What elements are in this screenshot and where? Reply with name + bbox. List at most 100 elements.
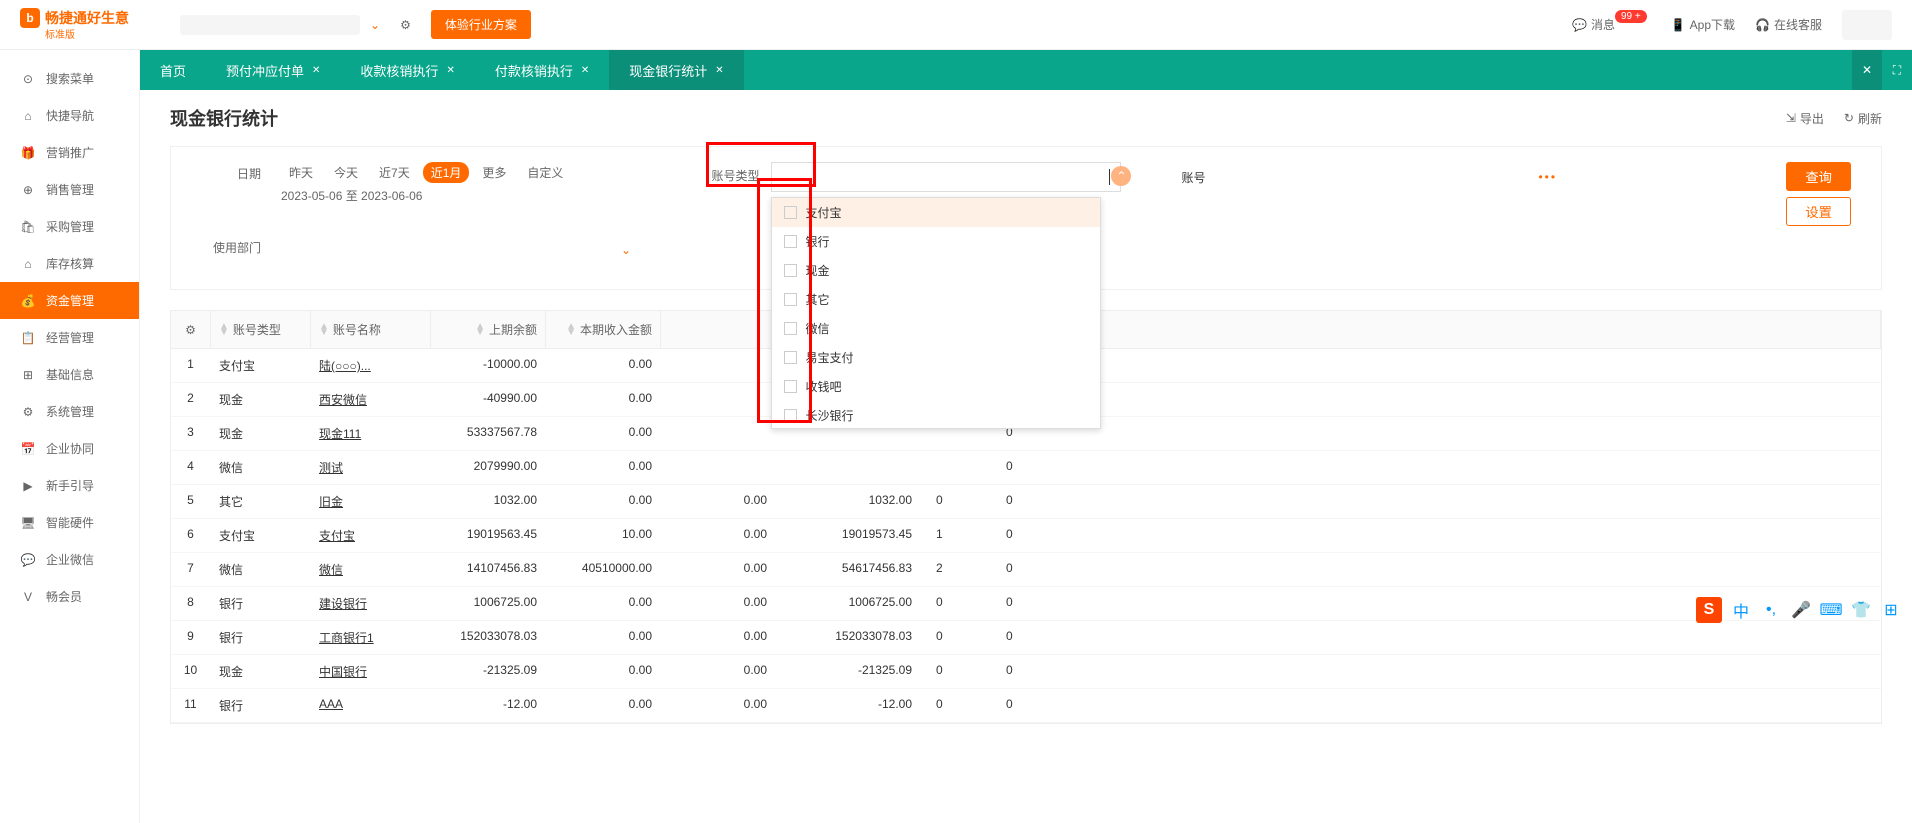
mobile-icon: 📱 (1671, 18, 1686, 32)
th-type[interactable]: ▲▼账号类型 (211, 311, 311, 348)
dropdown-item[interactable]: 微信 (772, 314, 1100, 343)
tab-close-all[interactable]: ✕ (1852, 50, 1882, 90)
ime-keyboard-icon[interactable]: ⌨ (1820, 599, 1842, 621)
tab[interactable]: 首页 (140, 50, 206, 90)
cell-prev: 19019563.45 (431, 519, 546, 552)
messages-link[interactable]: 💬 消息 99 + (1572, 16, 1651, 33)
date-filter-btn[interactable]: 近1月 (423, 162, 470, 183)
tab-close-icon[interactable]: ✕ (446, 65, 454, 76)
account-link[interactable]: 测试 (319, 461, 343, 475)
tab[interactable]: 付款核销执行✕ (475, 50, 609, 90)
account-link[interactable]: 工商银行1 (319, 631, 374, 645)
cell-idx: 3 (171, 417, 211, 450)
cell-prev: 1032.00 (431, 485, 546, 518)
cell-type: 银行 (211, 621, 311, 654)
app-download-link[interactable]: 📱 App下载 (1671, 16, 1735, 33)
acct-input[interactable] (1220, 162, 1530, 192)
ime-lang[interactable]: 中 (1730, 599, 1752, 621)
sidebar-item[interactable]: 🎁营销推广 (0, 134, 139, 171)
sidebar-item[interactable]: V畅会员 (0, 578, 139, 615)
checkbox[interactable] (784, 409, 797, 422)
account-link[interactable]: 陆(○○○)... (319, 359, 371, 373)
dept-input[interactable]: ⌄ (281, 236, 631, 264)
sidebar-item[interactable]: ⊞基础信息 (0, 356, 139, 393)
sogou-icon[interactable]: S (1696, 597, 1722, 623)
account-link[interactable]: 中国银行 (319, 665, 367, 679)
account-link[interactable]: 建设银行 (319, 597, 367, 611)
sidebar-item[interactable]: 🛍采购管理 (0, 208, 139, 245)
sidebar-item[interactable]: ⚙系统管理 (0, 393, 139, 430)
dropdown-item[interactable]: 收钱吧 (772, 372, 1100, 401)
sidebar-item[interactable]: 📋经营管理 (0, 319, 139, 356)
logo-icon: b (20, 8, 40, 28)
gear-icon[interactable]: ⚙ (400, 18, 411, 32)
sidebar-item[interactable]: 💰资金管理 (0, 282, 139, 319)
cell-income: 0.00 (546, 383, 661, 416)
sidebar-item[interactable]: 💬企业微信 (0, 541, 139, 578)
collapse-icon[interactable]: ⌃ (1111, 166, 1131, 186)
checkbox[interactable] (784, 264, 797, 277)
sidebar-item[interactable]: ⌂快捷导航 (0, 97, 139, 134)
dropdown-item[interactable]: 银行 (772, 227, 1100, 256)
acct-type-input[interactable] (771, 162, 1121, 192)
dropdown-item[interactable]: 现金 (772, 256, 1100, 285)
cell-c2 (661, 417, 776, 450)
tab[interactable]: 现金银行统计✕ (609, 50, 743, 90)
account-link[interactable]: 西安微信 (319, 393, 367, 407)
sidebar-label: 快捷导航 (46, 107, 94, 124)
tab[interactable]: 收款核销执行✕ (340, 50, 474, 90)
cell-type: 支付宝 (211, 349, 311, 382)
tab[interactable]: 预付冲应付单✕ (206, 50, 340, 90)
date-filter-btn[interactable]: 今天 (326, 162, 366, 183)
dropdown-item[interactable]: 支付宝 (772, 198, 1100, 227)
cell-out: 0 (991, 417, 1881, 450)
plan-button[interactable]: 体验行业方案 (431, 10, 531, 39)
sidebar-item[interactable]: ⌂库存核算 (0, 245, 139, 282)
refresh-button[interactable]: ↻ 刷新 (1844, 110, 1882, 127)
ime-punct-icon[interactable]: •, (1760, 599, 1782, 621)
sidebar-item[interactable]: 📅企业协同 (0, 430, 139, 467)
checkbox[interactable] (784, 351, 797, 364)
checkbox[interactable] (784, 380, 797, 393)
tab-close-icon[interactable]: ✕ (715, 65, 723, 76)
date-filter-btn[interactable]: 更多 (474, 162, 514, 183)
dropdown-item[interactable]: 长沙银行 (772, 401, 1100, 428)
checkbox[interactable] (784, 206, 797, 219)
setting-button[interactable]: 设置 (1786, 197, 1851, 226)
service-link[interactable]: 🎧 在线客服 (1755, 16, 1822, 33)
ime-mic-icon[interactable]: 🎤 (1790, 599, 1812, 621)
dropdown-item[interactable]: 其它 (772, 285, 1100, 314)
more-icon[interactable]: ••• (1538, 170, 1557, 184)
date-filter-btn[interactable]: 昨天 (281, 162, 321, 183)
account-link[interactable]: 旧金 (319, 495, 343, 509)
account-link[interactable]: 现金111 (319, 427, 361, 441)
checkbox[interactable] (784, 322, 797, 335)
th-name[interactable]: ▲▼账号名称 (311, 311, 431, 348)
cell-name: 中国银行 (311, 655, 431, 688)
avatar[interactable] (1842, 10, 1892, 40)
sidebar-item[interactable]: ⊙搜索菜单 (0, 60, 139, 97)
ime-toolbox-icon[interactable]: ⊞ (1880, 599, 1902, 621)
account-link[interactable]: 微信 (319, 563, 343, 577)
table-settings-icon[interactable]: ⚙ (171, 311, 211, 348)
account-link[interactable]: 支付宝 (319, 529, 355, 543)
ime-skin-icon[interactable]: 👕 (1850, 599, 1872, 621)
sidebar-item[interactable]: ⊕销售管理 (0, 171, 139, 208)
dropdown-item[interactable]: 易宝支付 (772, 343, 1100, 372)
sidebar-item[interactable]: 🖥智能硬件 (0, 504, 139, 541)
tab-close-icon[interactable]: ✕ (581, 65, 589, 76)
sidebar-item[interactable]: ▶新手引导 (0, 467, 139, 504)
th-outcount[interactable]: ▲▼本期支出笔数 (991, 311, 1881, 348)
checkbox[interactable] (784, 235, 797, 248)
date-filter-btn[interactable]: 近7天 (371, 162, 418, 183)
query-button[interactable]: 查询 (1786, 162, 1851, 191)
export-button[interactable]: ⇲ 导出 (1786, 110, 1824, 127)
th-prev[interactable]: ▲▼上期余额 (431, 311, 546, 348)
account-link[interactable]: AAA (319, 697, 343, 711)
date-filter-btn[interactable]: 自定义 (519, 162, 571, 183)
th-income[interactable]: ▲▼本期收入金额 (546, 311, 661, 348)
tab-fullscreen[interactable]: ⛶ (1882, 50, 1912, 90)
tab-close-icon[interactable]: ✕ (312, 65, 320, 76)
checkbox[interactable] (784, 293, 797, 306)
company-selector[interactable]: ⌄ (180, 15, 380, 35)
